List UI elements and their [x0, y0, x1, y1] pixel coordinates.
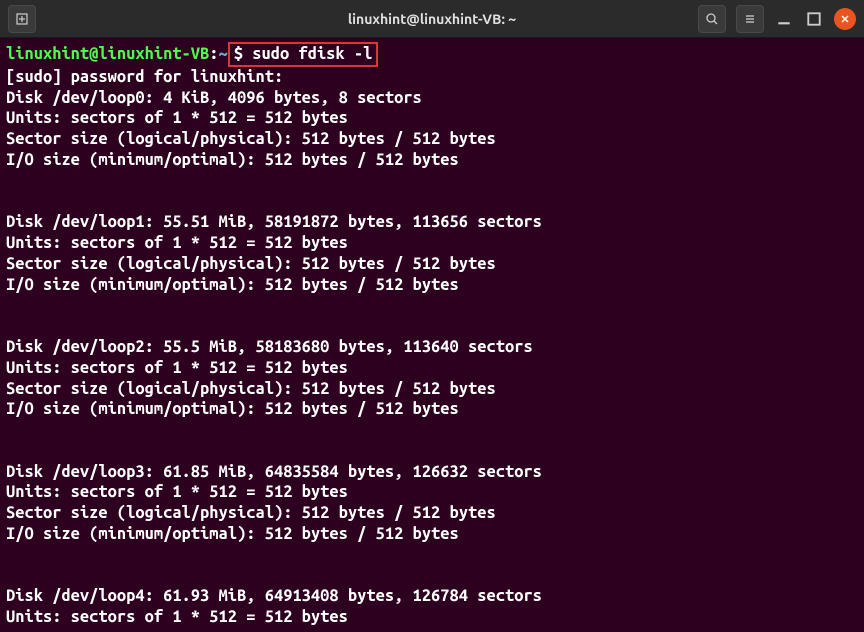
command-text: sudo fdisk -l	[252, 45, 372, 63]
blank-line	[6, 191, 858, 212]
maximize-button[interactable]	[804, 9, 824, 29]
disk4-units: Units: sectors of 1 * 512 = 512 bytes	[6, 607, 858, 628]
search-icon	[705, 12, 719, 26]
titlebar-right-controls	[698, 5, 856, 33]
disk3-sector: Sector size (logical/physical): 512 byte…	[6, 503, 858, 524]
disk3-io: I/O size (minimum/optimal): 512 bytes / …	[6, 524, 858, 545]
new-tab-button[interactable]	[8, 5, 36, 33]
disk4-header: Disk /dev/loop4: 61.93 MiB, 64913408 byt…	[6, 586, 858, 607]
command-highlight: $ sudo fdisk -l	[228, 42, 379, 67]
disk0-io: I/O size (minimum/optimal): 512 bytes / …	[6, 150, 858, 171]
disk1-units: Units: sectors of 1 * 512 = 512 bytes	[6, 233, 858, 254]
disk1-io: I/O size (minimum/optimal): 512 bytes / …	[6, 275, 858, 296]
disk3-header: Disk /dev/loop3: 61.85 MiB, 64835584 byt…	[6, 462, 858, 483]
search-button[interactable]	[698, 5, 726, 33]
disk2-sector: Sector size (logical/physical): 512 byte…	[6, 379, 858, 400]
close-icon	[839, 13, 851, 25]
disk2-io: I/O size (minimum/optimal): 512 bytes / …	[6, 399, 858, 420]
blank-line	[6, 545, 858, 566]
blank-line	[6, 441, 858, 462]
disk0-units: Units: sectors of 1 * 512 = 512 bytes	[6, 108, 858, 129]
titlebar: linuxhint@linuxhint-VB: ~	[0, 0, 864, 38]
blank-line	[6, 295, 858, 316]
disk1-header: Disk /dev/loop1: 55.51 MiB, 58191872 byt…	[6, 212, 858, 233]
new-tab-icon	[15, 12, 29, 26]
disk0-sector: Sector size (logical/physical): 512 byte…	[6, 129, 858, 150]
disk3-units: Units: sectors of 1 * 512 = 512 bytes	[6, 482, 858, 503]
terminal-output[interactable]: linuxhint@linuxhint-VB:~$ sudo fdisk -l …	[0, 38, 864, 632]
prompt-colon: :	[209, 45, 218, 63]
prompt-user-host: linuxhint@linuxhint-VB	[6, 45, 209, 63]
minimize-button[interactable]	[774, 9, 794, 29]
minimize-icon	[774, 9, 794, 29]
hamburger-icon	[743, 12, 757, 26]
titlebar-left-controls	[8, 5, 36, 33]
window-title: linuxhint@linuxhint-VB: ~	[348, 11, 516, 27]
sudo-prompt-line: [sudo] password for linuxhint:	[6, 67, 858, 88]
maximize-icon	[804, 9, 824, 29]
blank-line	[6, 171, 858, 192]
menu-button[interactable]	[736, 5, 764, 33]
close-button[interactable]	[834, 8, 856, 30]
blank-line	[6, 316, 858, 337]
disk2-units: Units: sectors of 1 * 512 = 512 bytes	[6, 358, 858, 379]
blank-line	[6, 420, 858, 441]
prompt-line: linuxhint@linuxhint-VB:~$ sudo fdisk -l	[6, 42, 858, 67]
disk1-sector: Sector size (logical/physical): 512 byte…	[6, 254, 858, 275]
blank-line	[6, 566, 858, 587]
disk2-header: Disk /dev/loop2: 55.5 MiB, 58183680 byte…	[6, 337, 858, 358]
prompt-dollar: $	[234, 45, 252, 63]
prompt-path: ~	[219, 45, 228, 63]
disk0-header: Disk /dev/loop0: 4 KiB, 4096 bytes, 8 se…	[6, 88, 858, 109]
